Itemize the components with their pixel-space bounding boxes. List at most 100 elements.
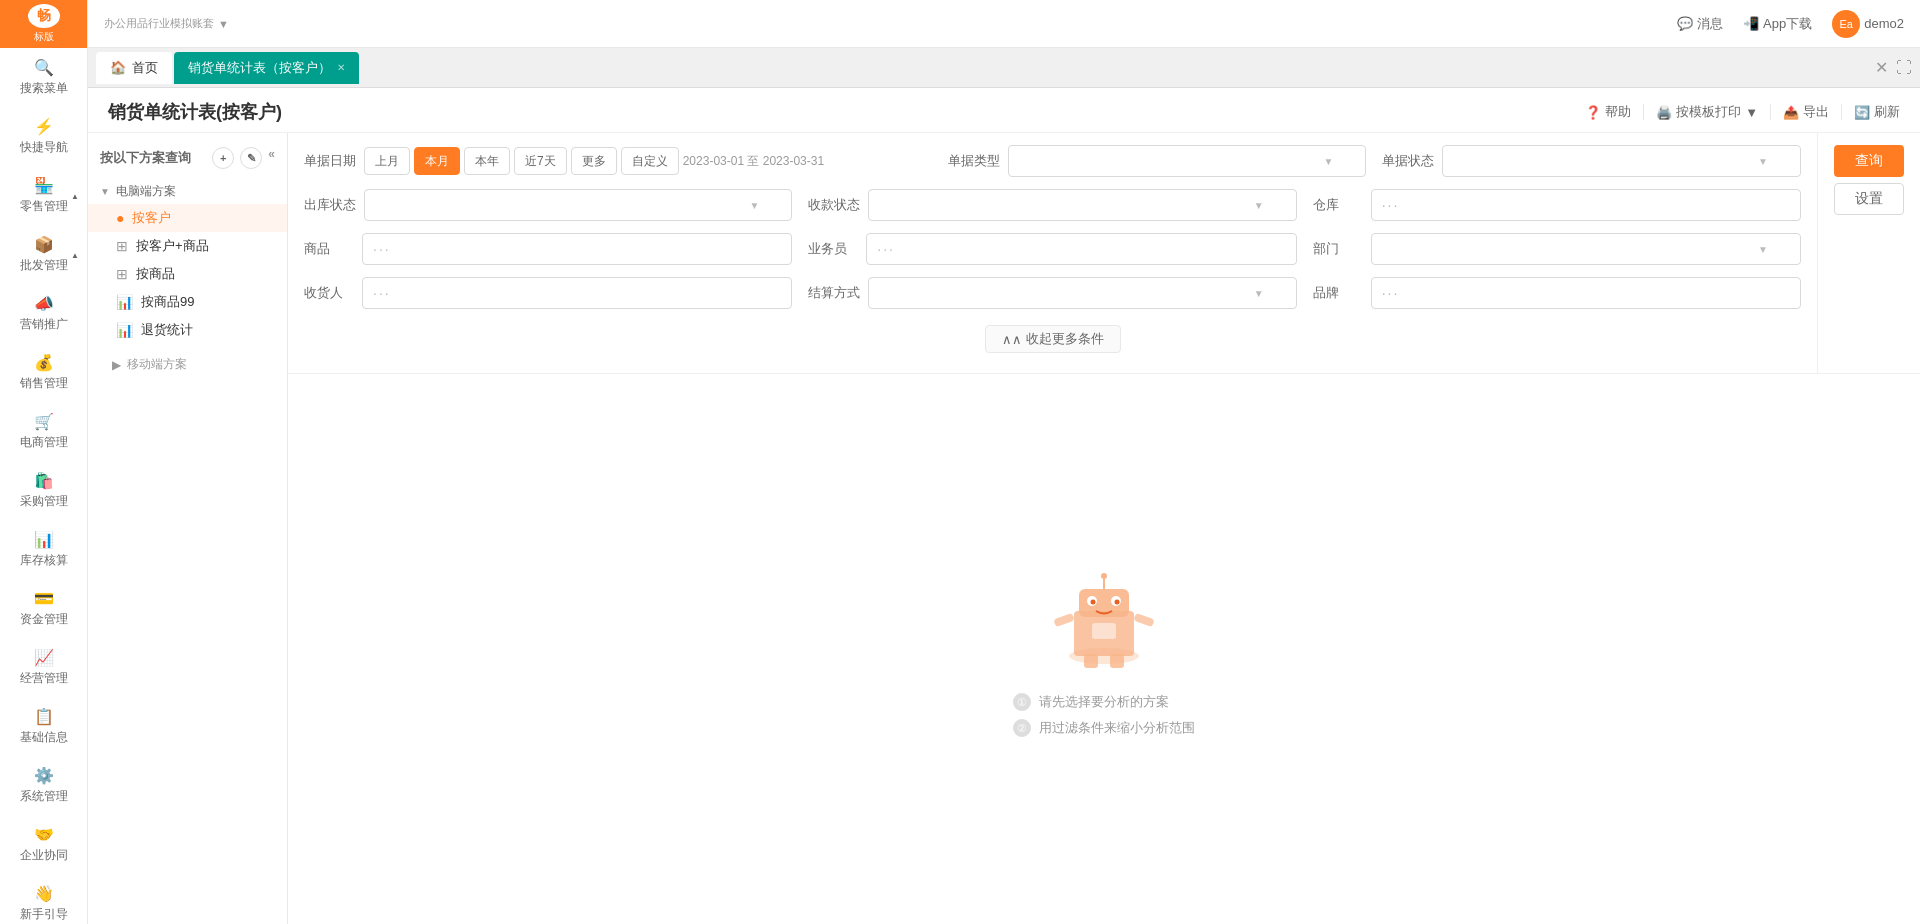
filter-payment: 收款状态 ▼ xyxy=(808,189,1296,221)
sidebar-item-system[interactable]: ⚙️ 系统管理 xyxy=(0,756,87,815)
app-logo: 畅 标版 xyxy=(0,0,87,48)
brand-selector[interactable]: ··· xyxy=(1371,277,1801,309)
product-selector[interactable]: ··· xyxy=(362,233,792,265)
sidebar-item-newuser[interactable]: 👋 新手引导 xyxy=(0,874,87,924)
finance-icon: 💳 xyxy=(34,589,54,608)
outbound-selector[interactable]: ▼ xyxy=(364,189,792,221)
divider xyxy=(1643,104,1644,120)
sidebar-item-search[interactable]: 🔍 搜索菜单 xyxy=(0,48,87,107)
doc-type-control: ▼ xyxy=(1008,145,1367,177)
svg-point-6 xyxy=(1115,600,1120,605)
salesperson-selector[interactable]: ··· xyxy=(866,233,1296,265)
refresh-icon: 🔄 xyxy=(1854,105,1870,120)
retail-icon: 🏪 xyxy=(34,176,54,195)
scheme-group-mobile-title[interactable]: ▶ 移动端方案 xyxy=(88,352,287,377)
settlement-selector[interactable]: ▼ xyxy=(868,277,1296,309)
refresh-button[interactable]: 🔄 刷新 xyxy=(1854,103,1900,121)
warehouse-control: ··· xyxy=(1371,189,1801,221)
date-btn-7days[interactable]: 近7天 xyxy=(514,147,567,175)
sidebar-item-finance[interactable]: 💳 资金管理 xyxy=(0,579,87,638)
operation-icon: 📈 xyxy=(34,648,54,667)
doc-status-control: ▼ xyxy=(1442,145,1801,177)
svg-point-8 xyxy=(1101,573,1107,579)
scheme-add-button[interactable]: + xyxy=(212,147,234,169)
receiver-control: ··· xyxy=(362,277,792,309)
nav-icon: ⚡ xyxy=(34,117,54,136)
app-download-button[interactable]: 📲 App下载 xyxy=(1743,15,1812,33)
date-btn-more[interactable]: 更多 xyxy=(571,147,617,175)
search-icon: 🔍 xyxy=(34,58,54,77)
return-icon: 📊 xyxy=(116,322,133,338)
customer-active-icon: ● xyxy=(116,210,124,226)
sidebar-item-sales[interactable]: 💰 销售管理 xyxy=(0,343,87,402)
chevron-down-icon5: ▼ xyxy=(1758,244,1768,255)
department-selector[interactable]: ▼ xyxy=(1371,233,1801,265)
salesperson-control: ··· xyxy=(866,233,1296,265)
outbound-control: ▼ xyxy=(364,189,792,221)
product-control: ··· xyxy=(362,233,792,265)
help-button[interactable]: ❓ 帮助 xyxy=(1585,103,1631,121)
sidebar-item-ecommerce[interactable]: 🛒 电商管理 xyxy=(0,402,87,461)
sidebar-item-operation[interactable]: 📈 经营管理 xyxy=(0,638,87,697)
doc-type-label: 单据类型 xyxy=(948,152,1000,170)
filter-row-4: 收货人 ··· 结算方式 xyxy=(304,277,1801,309)
page-content: 销货单统计表(按客户) ❓ 帮助 🖨️ 按模板打印 ▼ 📤 导出 xyxy=(88,88,1920,924)
sidebar-item-basic[interactable]: 📋 基础信息 xyxy=(0,697,87,756)
tab-close-icon[interactable]: ✕ xyxy=(337,62,345,73)
filter-doc-status: 单据状态 ▼ xyxy=(1382,145,1801,177)
scheme-collapse-button[interactable]: « xyxy=(268,147,275,169)
grid-icon: ⊞ xyxy=(116,238,128,254)
system-icon: ⚙️ xyxy=(34,766,54,785)
basic-icon: 📋 xyxy=(34,707,54,726)
collapse-more-button[interactable]: ∧∧ 收起更多条件 xyxy=(985,325,1121,353)
scheme-group-desktop: ▼ 电脑端方案 ● 按客户 ⊞ 按客户+商品 ⊞ 按商品 xyxy=(88,175,287,348)
sidebar-item-marketing[interactable]: 📣 营销推广 xyxy=(0,284,87,343)
setting-button[interactable]: 设置 xyxy=(1834,183,1904,215)
filter-salesperson: 业务员 ··· xyxy=(808,233,1296,265)
print-button[interactable]: 🖨️ 按模板打印 ▼ xyxy=(1656,103,1758,121)
scheme-item-customer-product[interactable]: ⊞ 按客户+商品 xyxy=(88,232,287,260)
scheme-group-desktop-title[interactable]: ▼ 电脑端方案 xyxy=(88,179,287,204)
receiver-selector[interactable]: ··· xyxy=(362,277,792,309)
divider3 xyxy=(1841,104,1842,120)
home-icon: 🏠 xyxy=(110,60,126,75)
chevron-down-icon2: ▼ xyxy=(1758,156,1768,167)
page-actions: ❓ 帮助 🖨️ 按模板打印 ▼ 📤 导出 🔄 刷新 xyxy=(1585,103,1900,121)
doc-status-selector[interactable]: ▼ xyxy=(1442,145,1801,177)
date-btn-this-month[interactable]: 本月 xyxy=(414,147,460,175)
sidebar-item-retail[interactable]: 🏪 零售管理 xyxy=(0,166,87,225)
query-button[interactable]: 查询 xyxy=(1834,145,1904,177)
sidebar-item-purchase[interactable]: 🛍️ 采购管理 xyxy=(0,461,87,520)
scheme-item-return-stat[interactable]: 📊 退货统计 xyxy=(88,316,287,344)
download-icon: 📲 xyxy=(1743,16,1759,31)
filter-outbound: 出库状态 ▼ xyxy=(304,189,792,221)
date-btn-custom[interactable]: 自定义 xyxy=(621,147,679,175)
filter-product: 商品 ··· xyxy=(304,233,792,265)
sidebar-item-quicknav[interactable]: ⚡ 快捷导航 xyxy=(0,107,87,166)
tab-home[interactable]: 🏠 首页 xyxy=(96,52,172,84)
window-maximize-button[interactable]: ⛶ xyxy=(1896,59,1912,77)
industry-selector[interactable]: 办公用品行业模拟账套 ▼ xyxy=(104,16,229,31)
print-icon: 🖨️ xyxy=(1656,105,1672,120)
product-label: 商品 xyxy=(304,240,354,258)
window-close-button[interactable]: ✕ xyxy=(1875,58,1888,77)
scheme-edit-button[interactable]: ✎ xyxy=(240,147,262,169)
scheme-item-by-product-99[interactable]: 📊 按商品99 xyxy=(88,288,287,316)
export-button[interactable]: 📤 导出 xyxy=(1783,103,1829,121)
date-btn-last-month[interactable]: 上月 xyxy=(364,147,410,175)
tab-sales-stat[interactable]: 销货单统计表（按客户） ✕ xyxy=(174,52,359,84)
user-menu[interactable]: Ea demo2 xyxy=(1832,10,1904,38)
sidebar-item-cooperation[interactable]: 🤝 企业协同 xyxy=(0,815,87,874)
date-btn-this-year[interactable]: 本年 xyxy=(464,147,510,175)
warehouse-selector[interactable]: ··· xyxy=(1371,189,1801,221)
payment-selector[interactable]: ▼ xyxy=(868,189,1296,221)
doc-type-selector[interactable]: ▼ xyxy=(1008,145,1367,177)
sidebar-item-wholesale[interactable]: 📦 批发管理 xyxy=(0,225,87,284)
inventory-icon: 📊 xyxy=(34,530,54,549)
scheme-item-by-customer[interactable]: ● 按客户 xyxy=(88,204,287,232)
filter-row-3: 商品 ··· 业务员 xyxy=(304,233,1801,265)
sidebar-item-inventory[interactable]: 📊 库存核算 xyxy=(0,520,87,579)
message-button[interactable]: 💬 消息 xyxy=(1677,15,1723,33)
scheme-item-by-product[interactable]: ⊞ 按商品 xyxy=(88,260,287,288)
filter-warehouse: 仓库 ··· xyxy=(1313,189,1801,221)
